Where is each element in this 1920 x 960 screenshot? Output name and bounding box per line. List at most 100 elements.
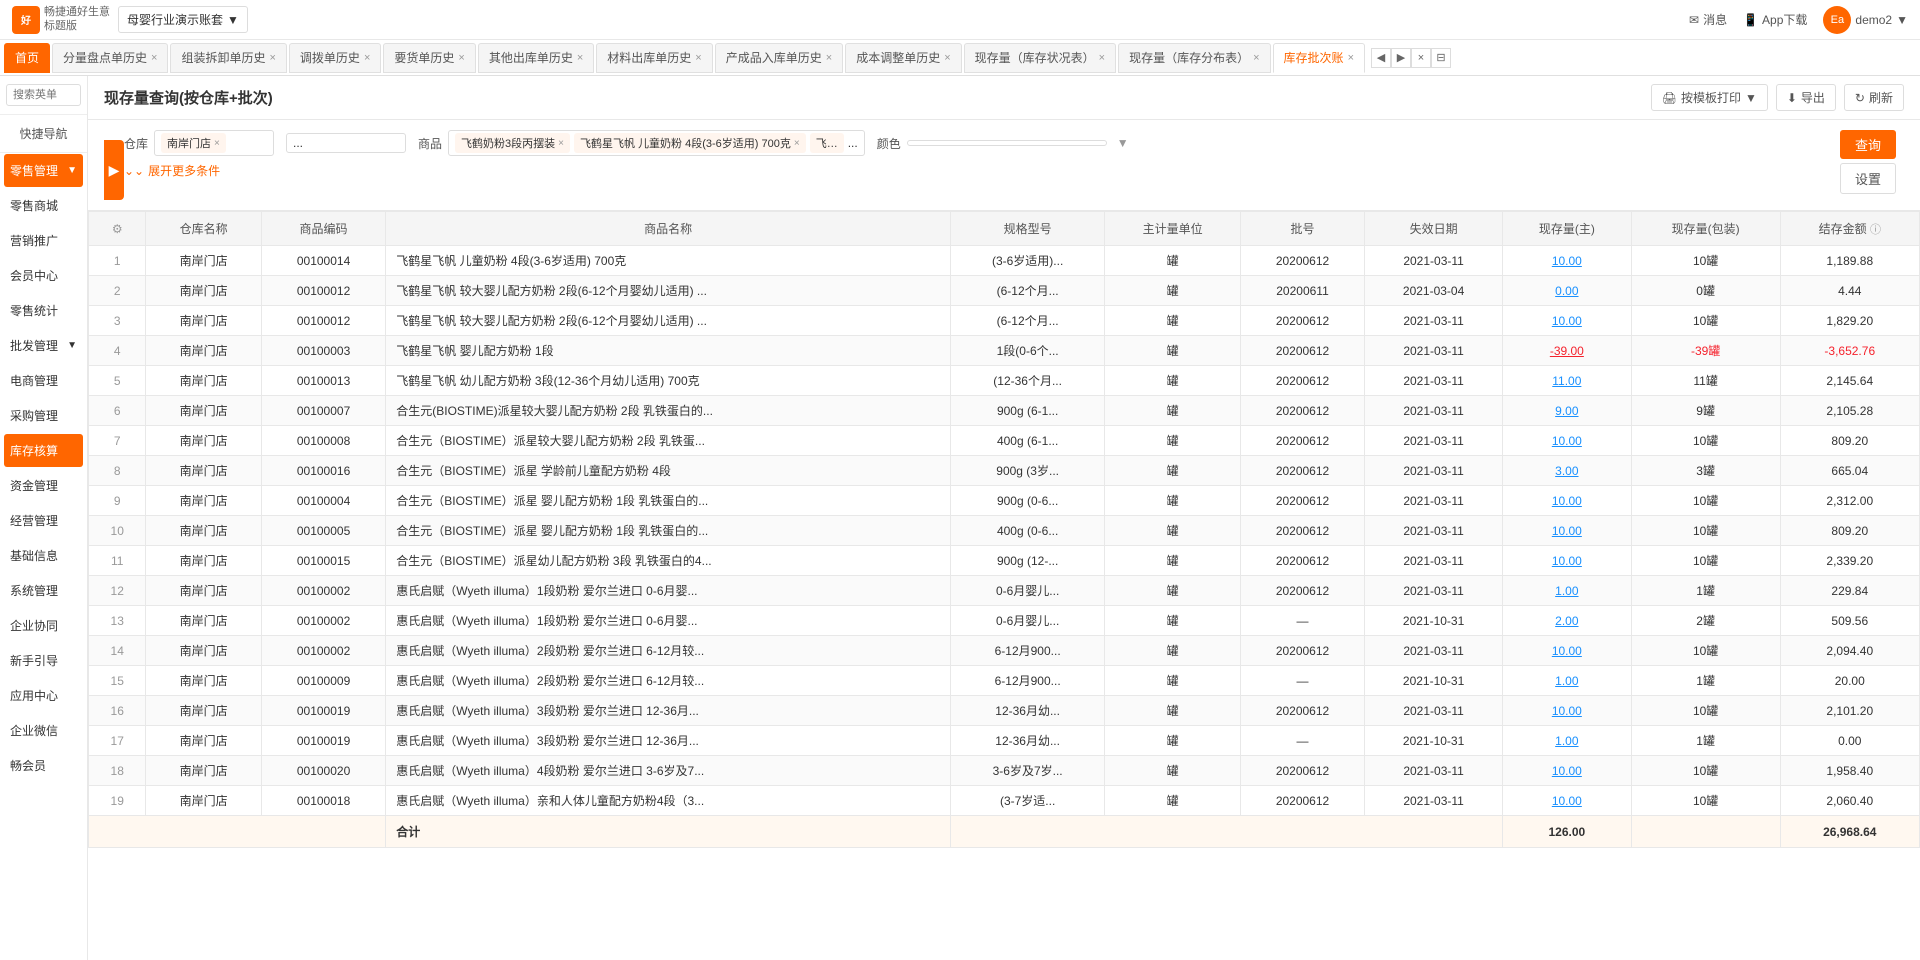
tab-close-requisition[interactable]: × (458, 52, 464, 64)
tab-other-out[interactable]: 其他出库单历史 × (478, 43, 594, 73)
tab-material-out[interactable]: 材料出库单历史 × (596, 43, 712, 73)
tab-close-combo[interactable]: × (269, 52, 275, 64)
settings-icon[interactable]: ⚙ (112, 222, 123, 236)
sidebar-item-operations[interactable]: 经营管理 (4, 504, 83, 537)
sidebar-item-retail-shop[interactable]: 零售商城 (4, 189, 83, 222)
filter-more-btn1[interactable]: ... (286, 133, 406, 153)
expand-conditions-btn[interactable]: ⌄⌄ 展开更多条件 (124, 162, 1832, 179)
tab-close-stock-dist[interactable]: × (1253, 52, 1259, 64)
product-tag1-close[interactable]: × (558, 138, 564, 149)
sidebar-item-members[interactable]: 会员中心 (4, 259, 83, 292)
cell-stock-pkg: 10罐 (1631, 306, 1780, 336)
sidebar-item-marketing[interactable]: 营销推广 (4, 224, 83, 257)
tab-close-other-out[interactable]: × (577, 52, 583, 64)
product-tag2-close[interactable]: × (794, 138, 800, 149)
cell-stock-main[interactable]: 1.00 (1502, 666, 1631, 696)
table-row: 18 南岸门店 00100020 惠氏启赋（Wyeth illuma）4段奶粉 … (89, 756, 1920, 786)
cell-stock-main[interactable]: 10.00 (1502, 756, 1631, 786)
app-download-btn[interactable]: 📱 App下载 (1743, 11, 1807, 28)
account-dropdown[interactable]: 母婴行业演示账套 ▼ (118, 6, 248, 33)
cell-batch: 20200612 (1240, 756, 1364, 786)
sidebar-quick-nav[interactable]: 快捷导航 (0, 119, 87, 148)
search-input[interactable] (6, 84, 81, 106)
sidebar-item-newbie[interactable]: 新手引导 (4, 644, 83, 677)
template-print-btn[interactable]: 🖨 按模板打印 ▼ (1651, 84, 1768, 111)
tab-stock-dist[interactable]: 现存量（库存分布表） × (1118, 43, 1270, 73)
tab-cost-adjust[interactable]: 成本调整单历史 × (845, 43, 961, 73)
sidebar-item-retail[interactable]: 零售管理 ▼ (4, 154, 83, 187)
info-icon[interactable]: ⓘ (1870, 224, 1881, 236)
cell-stock-main[interactable]: 10.00 (1502, 246, 1631, 276)
tab-close-transfer[interactable]: × (364, 52, 370, 64)
tab-close-all-btn[interactable]: × (1411, 48, 1431, 68)
tab-prev-btn[interactable]: ◀ (1371, 48, 1391, 68)
cell-balance: 229.84 (1780, 576, 1919, 606)
cell-stock-main[interactable]: 10.00 (1502, 546, 1631, 576)
tab-stock-status[interactable]: 现存量（库存状况表） × (964, 43, 1116, 73)
tab-batch-voucher[interactable]: 库存批次账 × (1273, 43, 1365, 73)
cell-stock-main[interactable]: 10.00 (1502, 636, 1631, 666)
tab-menu-btn[interactable]: ⊟ (1431, 48, 1451, 68)
refresh-btn[interactable]: ↻ 刷新 (1844, 84, 1904, 111)
settings-button[interactable]: 设置 (1840, 163, 1896, 194)
warehouse-tag[interactable]: 南岸门店 × (161, 133, 226, 153)
cell-spec: 6-12月900... (950, 636, 1104, 666)
tab-close-stock-status[interactable]: × (1099, 52, 1105, 64)
product-tag2[interactable]: 飞鹤星飞帆 儿童奶粉 4段(3-6岁适用) 700克 × (574, 133, 806, 153)
cell-stock-main[interactable]: 1.00 (1502, 726, 1631, 756)
sidebar-item-vip[interactable]: 畅会员 (4, 749, 83, 782)
cell-stock-main[interactable]: 10.00 (1502, 516, 1631, 546)
query-button[interactable]: 查询 (1840, 130, 1896, 159)
sidebar-item-system[interactable]: 系统管理 (4, 574, 83, 607)
cell-stock-main[interactable]: 10.00 (1502, 306, 1631, 336)
sidebar-item-wholesale[interactable]: 批发管理 ▼ (4, 329, 83, 362)
sidebar-item-purchase[interactable]: 采购管理 (4, 399, 83, 432)
cell-stock-main[interactable]: -39.00 (1502, 336, 1631, 366)
tab-close-batch-voucher[interactable]: × (1348, 52, 1354, 64)
product-tag3[interactable]: 飞… (810, 133, 844, 153)
tab-home[interactable]: 首页 (4, 43, 50, 73)
cell-stock-main[interactable]: 10.00 (1502, 696, 1631, 726)
cell-stock-main[interactable]: 11.00 (1502, 366, 1631, 396)
tab-split[interactable]: 分量盘点单历史 × (52, 43, 168, 73)
tab-next-btn[interactable]: ▶ (1391, 48, 1411, 68)
cell-warehouse: 南岸门店 (146, 546, 261, 576)
sidebar-item-inventory[interactable]: 库存核算 (4, 434, 83, 467)
cell-stock-main[interactable]: 1.00 (1502, 576, 1631, 606)
sidebar-item-ecom[interactable]: 电商管理 (4, 364, 83, 397)
product-tag1[interactable]: 飞鹤奶粉3段丙摆装 × (455, 133, 570, 153)
cell-stock-main[interactable]: 9.00 (1502, 396, 1631, 426)
tab-close-material-out[interactable]: × (695, 52, 701, 64)
color-tag-group[interactable] (907, 140, 1107, 146)
sidebar-item-retail-stats[interactable]: 零售统计 (4, 294, 83, 327)
tab-close-product-in[interactable]: × (826, 52, 832, 64)
filter-collapse-btn[interactable]: ▶ (104, 140, 124, 200)
product-tag-group[interactable]: 飞鹤奶粉3段丙摆装 × 飞鹤星飞帆 儿童奶粉 4段(3-6岁适用) 700克 ×… (448, 130, 865, 156)
cell-stock-main[interactable]: 3.00 (1502, 456, 1631, 486)
sidebar-item-basics[interactable]: 基础信息 (4, 539, 83, 572)
sidebar-item-corp-wechat[interactable]: 企业微信 (4, 714, 83, 747)
warehouse-tag-group[interactable]: 南岸门店 × (154, 130, 274, 156)
cell-stock-main[interactable]: 2.00 (1502, 606, 1631, 636)
warehouse-tag-close[interactable]: × (214, 138, 220, 149)
cell-balance: -3,652.76 (1780, 336, 1919, 366)
sidebar-item-enterprise[interactable]: 企业协同 (4, 609, 83, 642)
tab-combo[interactable]: 组装拆卸单历史 × (170, 43, 286, 73)
tab-requisition[interactable]: 要货单历史 × (383, 43, 475, 73)
cell-stock-main[interactable]: 10.00 (1502, 786, 1631, 816)
col-settings[interactable]: ⚙ (89, 212, 146, 246)
tab-transfer[interactable]: 调拨单历史 × (289, 43, 381, 73)
tab-close-cost-adjust[interactable]: × (944, 52, 950, 64)
sidebar-item-finance[interactable]: 资金管理 (4, 469, 83, 502)
user-menu[interactable]: Ea demo2 ▼ (1823, 6, 1908, 34)
messages-btn[interactable]: ✉ 消息 (1689, 11, 1727, 28)
tab-product-in[interactable]: 产成品入库单历史 × (715, 43, 843, 73)
sidebar-item-apps[interactable]: 应用中心 (4, 679, 83, 712)
export-btn[interactable]: ⬇ 导出 (1776, 84, 1836, 111)
cell-stock-main[interactable]: 10.00 (1502, 486, 1631, 516)
cell-name: 惠氏启赋（Wyeth illuma）1段奶粉 爱尔兰进口 0-6月婴... (386, 606, 951, 636)
cell-stock-main[interactable]: 10.00 (1502, 426, 1631, 456)
cell-name: 合生元（BIOSTIME）派星 学龄前儿童配方奶粉 4段 (386, 456, 951, 486)
cell-stock-main[interactable]: 0.00 (1502, 276, 1631, 306)
tab-close-split[interactable]: × (151, 52, 157, 64)
